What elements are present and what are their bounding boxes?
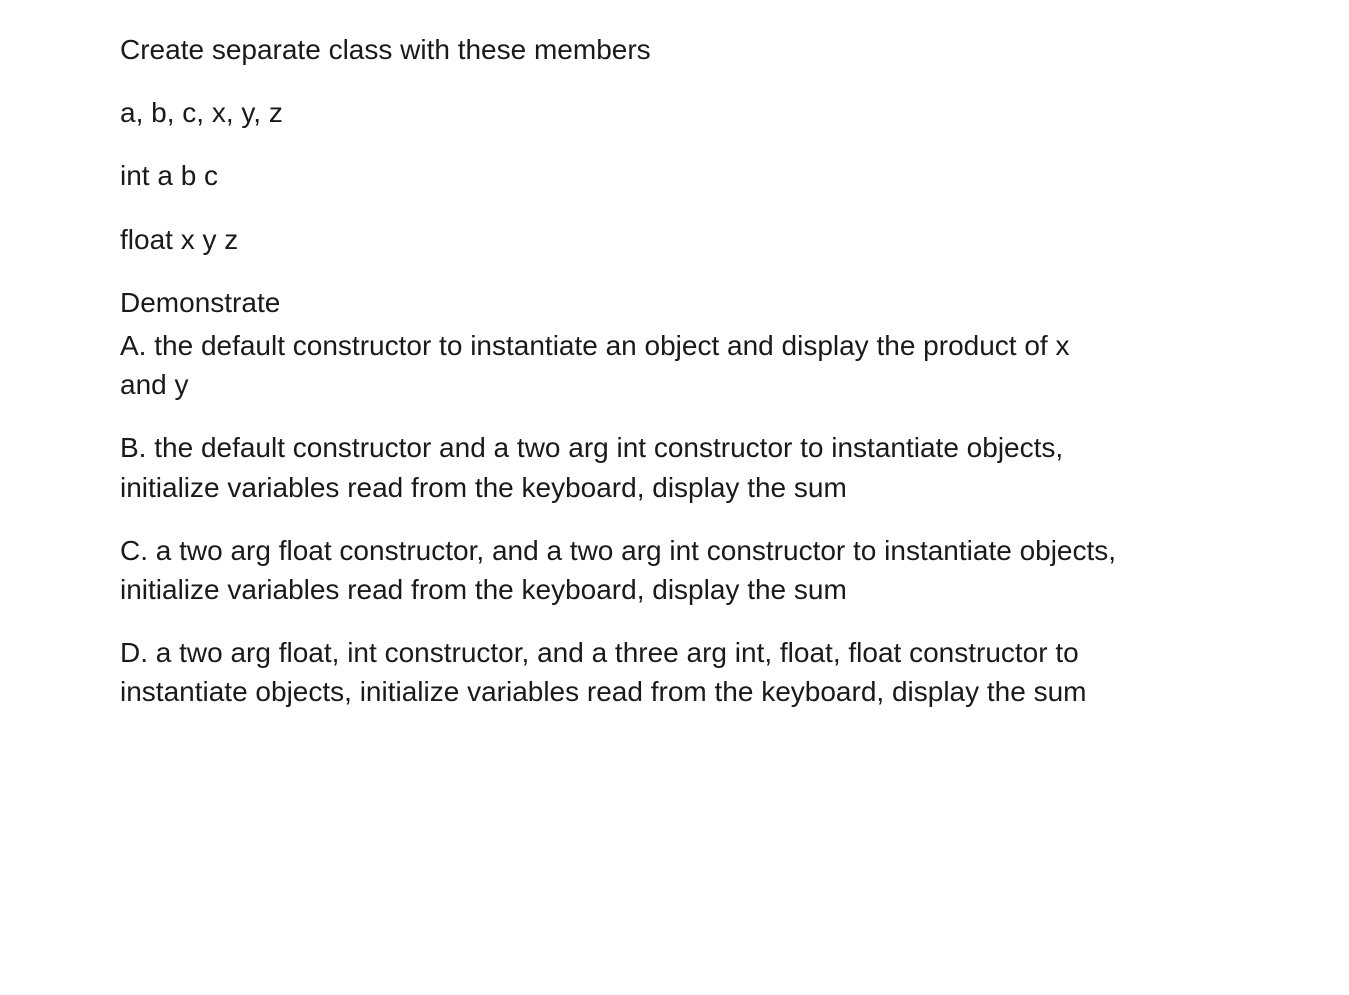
- paragraph-part-c: C. a two arg float constructor, and a tw…: [120, 531, 1120, 609]
- paragraph-members: a, b, c, x, y, z: [120, 93, 1120, 132]
- paragraph-part-b: B. the default constructor and a two arg…: [120, 428, 1120, 506]
- paragraph-demonstrate: Demonstrate A. the default constructor t…: [120, 283, 1120, 405]
- paragraph-part-d: D. a two arg float, int constructor, and…: [120, 633, 1120, 711]
- paragraph-intro: Create separate class with these members: [120, 30, 1120, 69]
- paragraph-float-members: float x y z: [120, 220, 1120, 259]
- demonstrate-heading: Demonstrate: [120, 283, 1120, 322]
- document-body: Create separate class with these members…: [0, 0, 1240, 765]
- paragraph-part-a: A. the default constructor to instantiat…: [120, 326, 1120, 404]
- paragraph-int-members: int a b c: [120, 156, 1120, 195]
